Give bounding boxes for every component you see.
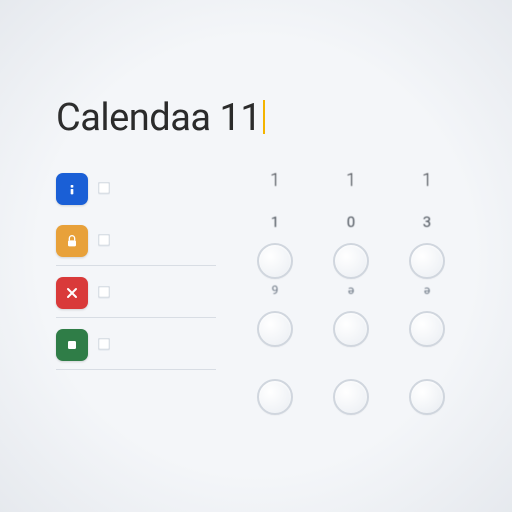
calendar-meta [98, 286, 110, 300]
cell-number: 0 [347, 213, 355, 231]
grid-header-row: 1 1 1 [246, 170, 456, 191]
calendar-meta [98, 338, 110, 352]
grid-cell[interactable]: ə [404, 243, 450, 299]
grid-header-cell: 1 [328, 170, 374, 191]
ring-icon [333, 243, 369, 279]
info-icon [64, 181, 80, 197]
grid-number-row: 1 0 3 [246, 213, 456, 231]
grid-header-cell: 1 [404, 170, 450, 191]
grid-row [246, 311, 456, 367]
cell-label [274, 351, 277, 367]
grid-number-cell: 0 [328, 213, 374, 231]
ring-icon [257, 379, 293, 415]
grid-cell[interactable] [252, 311, 298, 367]
content-area: 1 1 1 1 0 3 9 [56, 170, 456, 427]
text-cursor [263, 100, 265, 134]
grid-row [246, 379, 456, 415]
calendar-chip-red [56, 277, 88, 309]
calendar-chip-amber [56, 225, 88, 257]
close-icon [64, 285, 80, 301]
calendar-item-red[interactable] [56, 274, 216, 312]
calendar-chip-green [56, 329, 88, 361]
lock-icon [64, 233, 80, 249]
calendar-chip-blue [56, 173, 88, 205]
box-icon [64, 337, 80, 353]
cell-number: 1 [271, 213, 279, 231]
calendar-checkbox[interactable] [98, 338, 110, 350]
calendar-app: Calendaa 11 [26, 66, 486, 447]
grid-cell[interactable] [328, 311, 374, 367]
title-text: Calendaa 11 [56, 96, 261, 140]
calendar-item-green[interactable] [56, 326, 216, 364]
grid-cell[interactable] [404, 311, 450, 367]
calendar-meta [98, 234, 110, 248]
ring-icon [257, 311, 293, 347]
ring-icon [409, 379, 445, 415]
grid-cell[interactable] [404, 379, 450, 415]
grid-header-cell: 1 [252, 170, 298, 191]
cell-label [426, 351, 429, 367]
page-title: Calendaa 11 [56, 96, 456, 140]
ring-icon [333, 379, 369, 415]
grid-number-cell: 3 [404, 213, 450, 231]
cell-label: ə [424, 283, 430, 299]
grid-row: 9 ə ə [246, 243, 456, 299]
grid-number-cell: 1 [252, 213, 298, 231]
ring-icon [409, 311, 445, 347]
ring-icon [409, 243, 445, 279]
calendar-item-amber[interactable] [56, 222, 216, 260]
calendar-list-sidebar [56, 170, 216, 427]
grid-cell[interactable] [328, 379, 374, 415]
grid-cell[interactable] [252, 379, 298, 415]
cell-label: ə [348, 283, 354, 299]
grid-cell[interactable]: 9 [252, 243, 298, 299]
calendar-meta [98, 182, 110, 196]
grid-cell[interactable]: ə [328, 243, 374, 299]
date-grid: 1 1 1 1 0 3 9 [246, 170, 456, 427]
cell-number: 3 [423, 213, 431, 231]
ring-icon [333, 311, 369, 347]
cell-label: 9 [272, 283, 279, 299]
calendar-checkbox[interactable] [98, 182, 110, 194]
ring-icon [257, 243, 293, 279]
calendar-item-blue[interactable] [56, 170, 216, 208]
cell-label [350, 351, 353, 367]
calendar-checkbox[interactable] [98, 286, 110, 298]
calendar-checkbox[interactable] [98, 234, 110, 246]
